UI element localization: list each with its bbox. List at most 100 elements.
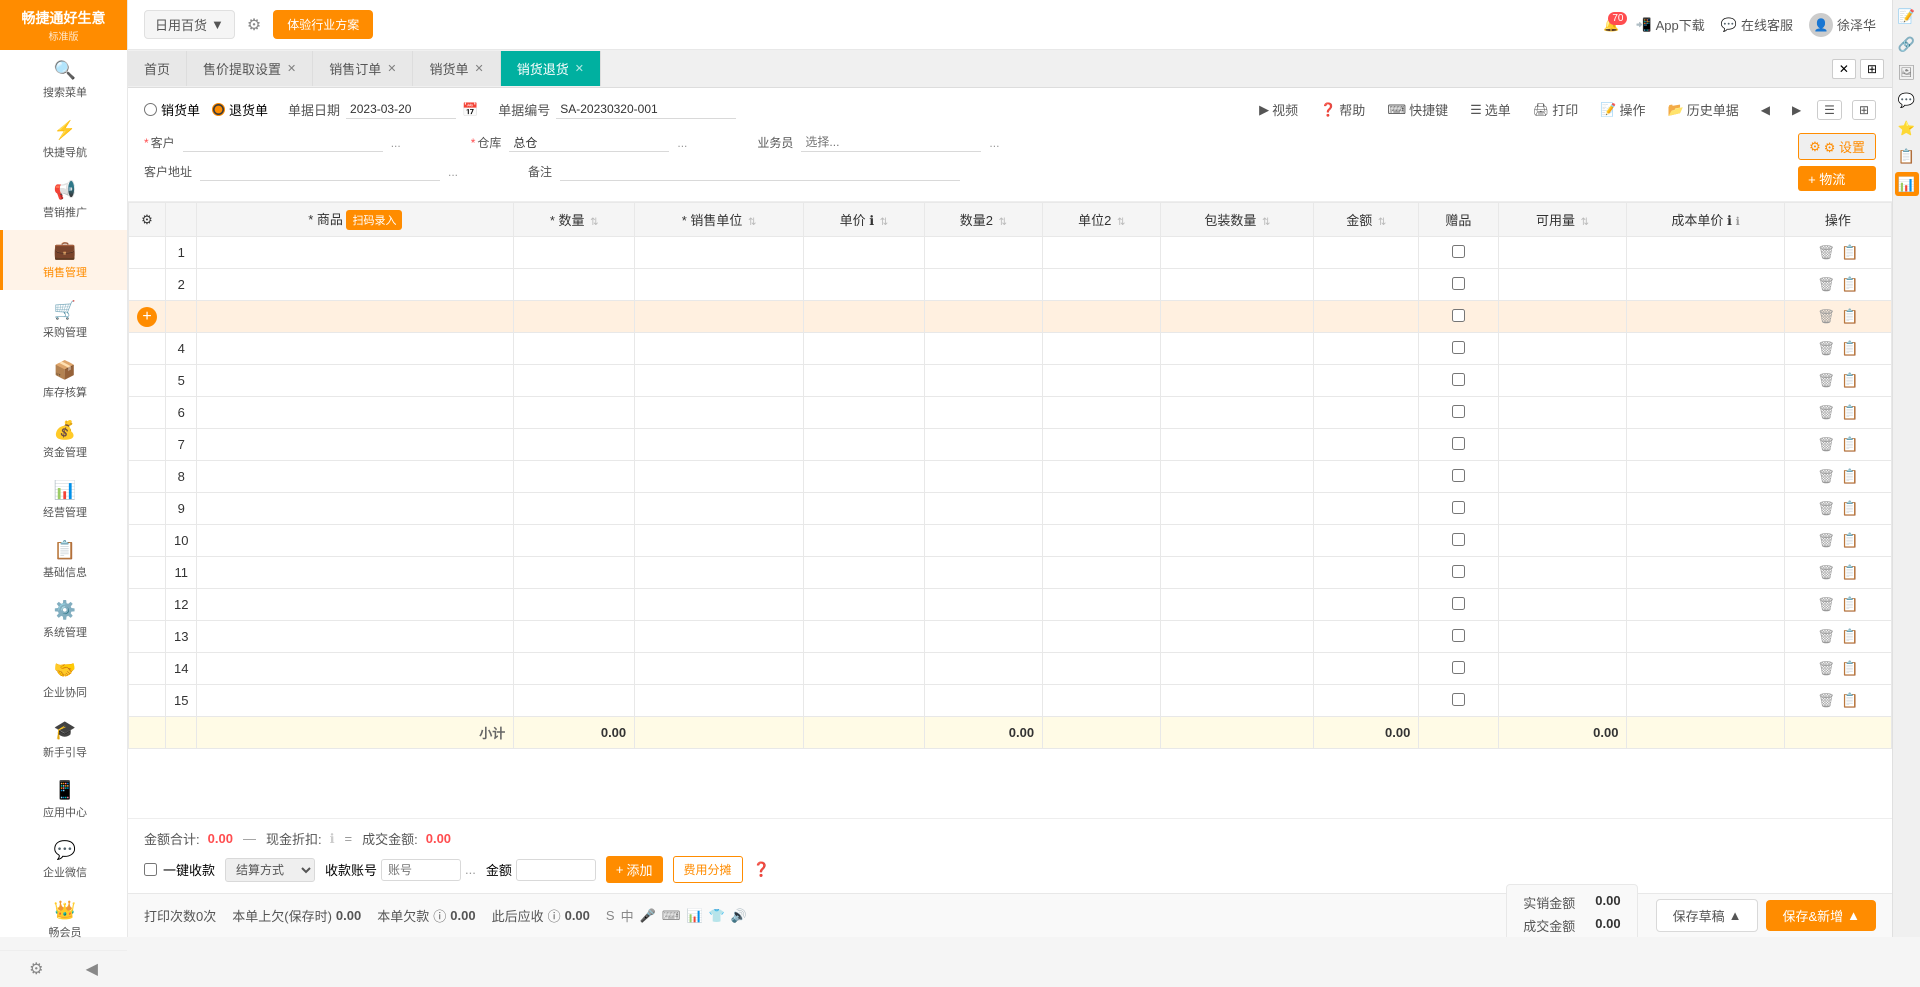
product-cell-active[interactable] bbox=[197, 301, 514, 333]
product-input[interactable] bbox=[205, 246, 505, 260]
copy-icon[interactable]: 📋 bbox=[1841, 404, 1858, 421]
address-input[interactable] bbox=[200, 162, 440, 181]
gift-checkbox[interactable] bbox=[1452, 661, 1465, 674]
delete-icon[interactable]: 🗑 bbox=[1817, 660, 1835, 677]
customer-ellipsis[interactable]: ... bbox=[391, 136, 401, 150]
unit-price-cell[interactable] bbox=[804, 685, 925, 717]
gift-checkbox[interactable] bbox=[1452, 501, 1465, 514]
product-cell[interactable] bbox=[197, 237, 514, 269]
qty2-cell[interactable] bbox=[924, 429, 1042, 461]
tab-sales-return[interactable]: 销货退货 ✕ bbox=[501, 51, 601, 86]
unit-price-cell[interactable] bbox=[804, 557, 925, 589]
help-button[interactable]: ❓ 帮助 bbox=[1314, 98, 1371, 121]
sidebar-item-shortcut[interactable]: ⚡ 快捷导航 bbox=[0, 110, 127, 170]
save-new-button[interactable]: 保存&新增 ▲ bbox=[1766, 900, 1876, 931]
add-row-button[interactable]: + bbox=[137, 307, 157, 327]
qty-cell[interactable] bbox=[514, 525, 635, 557]
qty2-cell[interactable] bbox=[924, 397, 1042, 429]
view-toggle-grid[interactable]: ⊞ bbox=[1852, 100, 1876, 120]
sort-icon[interactable]: ⇅ bbox=[880, 217, 888, 228]
unit-price-cell[interactable] bbox=[804, 461, 925, 493]
delete-icon[interactable]: 🗑 bbox=[1817, 372, 1835, 389]
sales-unit-cell[interactable] bbox=[635, 301, 804, 333]
copy-icon[interactable]: 📋 bbox=[1841, 244, 1858, 261]
unit-price-cell[interactable] bbox=[804, 429, 925, 461]
pkg-qty-cell[interactable] bbox=[1161, 621, 1314, 653]
rs-image[interactable]: 🖼 bbox=[1895, 60, 1919, 84]
unit-price-cell[interactable] bbox=[804, 493, 925, 525]
sort-icon[interactable]: ⇅ bbox=[1262, 217, 1270, 228]
sidebar-item-search[interactable]: 🔍 搜索菜单 bbox=[0, 50, 127, 110]
gift-checkbox[interactable] bbox=[1452, 373, 1465, 386]
unit-price-cell[interactable] bbox=[804, 333, 925, 365]
sales-unit-cell[interactable] bbox=[635, 397, 804, 429]
copy-icon[interactable]: 📋 bbox=[1841, 564, 1858, 581]
amount-cell[interactable] bbox=[1314, 493, 1419, 525]
qty2-cell[interactable] bbox=[924, 237, 1042, 269]
sidebar-item-marketing[interactable]: 📢 营销推广 bbox=[0, 170, 127, 230]
unit2-cell[interactable] bbox=[1043, 589, 1161, 621]
customer-input[interactable] bbox=[183, 133, 383, 152]
gift-cell[interactable] bbox=[1419, 461, 1498, 493]
gift-cell[interactable] bbox=[1419, 333, 1498, 365]
unit-price-cell[interactable] bbox=[804, 301, 925, 333]
calc-method-select[interactable]: 结算方式 bbox=[225, 858, 315, 882]
gift-checkbox[interactable] bbox=[1452, 565, 1465, 578]
sidebar-item-inventory[interactable]: 📦 库存核算 bbox=[0, 350, 127, 410]
payment-checkbox[interactable] bbox=[144, 863, 157, 876]
qty-cell[interactable] bbox=[514, 333, 635, 365]
settings-button[interactable]: ⚙ ⚙ 设置 bbox=[1798, 133, 1876, 160]
pkg-qty-cell[interactable] bbox=[1161, 365, 1314, 397]
nav-next-button[interactable]: ▶ bbox=[1786, 101, 1807, 119]
shortcut-button[interactable]: ⌨ 快捷键 bbox=[1381, 98, 1454, 121]
gift-checkbox[interactable] bbox=[1452, 341, 1465, 354]
unit-price-cell[interactable] bbox=[804, 269, 925, 301]
pkg-qty-cell[interactable] bbox=[1161, 269, 1314, 301]
copy-icon[interactable]: 📋 bbox=[1841, 276, 1858, 293]
product-cell[interactable] bbox=[197, 653, 514, 685]
pkg-qty-cell[interactable] bbox=[1161, 333, 1314, 365]
radio-sales-bill[interactable]: 销货单 bbox=[144, 100, 200, 119]
product-cell[interactable] bbox=[197, 397, 514, 429]
unit2-cell[interactable] bbox=[1043, 557, 1161, 589]
copy-icon[interactable]: 📋 bbox=[1841, 500, 1858, 517]
qty-cell[interactable] bbox=[514, 685, 635, 717]
sales-unit-cell[interactable] bbox=[635, 365, 804, 397]
sidebar-item-apps[interactable]: 📱 应用中心 bbox=[0, 770, 127, 830]
unit-price-cell[interactable] bbox=[804, 653, 925, 685]
help-icon[interactable]: ℹ bbox=[330, 831, 335, 847]
scan-button[interactable]: 扫码录入 bbox=[346, 210, 402, 230]
warehouse-input[interactable] bbox=[509, 133, 669, 152]
gift-cell[interactable] bbox=[1419, 685, 1498, 717]
gift-checkbox[interactable] bbox=[1452, 309, 1465, 322]
save-draft-button[interactable]: 保存草稿 ▲ bbox=[1656, 899, 1759, 932]
gift-cell[interactable] bbox=[1419, 493, 1498, 525]
unit2-cell[interactable] bbox=[1043, 461, 1161, 493]
gift-checkbox[interactable] bbox=[1452, 533, 1465, 546]
rs-active[interactable]: 📊 bbox=[1895, 172, 1919, 196]
gift-cell[interactable] bbox=[1419, 269, 1498, 301]
select-button[interactable]: ☰ 选单 bbox=[1464, 98, 1517, 121]
unit-price-cell[interactable] bbox=[804, 621, 925, 653]
delete-icon[interactable]: 🗑 bbox=[1817, 244, 1835, 261]
sort-icon[interactable]: ⇅ bbox=[999, 217, 1007, 228]
copy-icon[interactable]: 📋 bbox=[1841, 532, 1858, 549]
view-toggle-list[interactable]: ☰ bbox=[1817, 100, 1842, 120]
qty-cell[interactable] bbox=[514, 301, 635, 333]
account-ellipsis[interactable]: ... bbox=[465, 862, 476, 877]
tab-close-button[interactable]: ✕ bbox=[1832, 59, 1856, 79]
tab-close-icon[interactable]: ✕ bbox=[575, 62, 584, 75]
amount-cell[interactable] bbox=[1314, 269, 1419, 301]
product-cell[interactable] bbox=[197, 621, 514, 653]
qty2-cell[interactable] bbox=[924, 333, 1042, 365]
qty2-cell[interactable] bbox=[924, 493, 1042, 525]
gift-checkbox[interactable] bbox=[1452, 469, 1465, 482]
product-cell[interactable] bbox=[197, 429, 514, 461]
sidebar-item-wechat[interactable]: 💬 企业微信 bbox=[0, 830, 127, 890]
print-button[interactable]: 🖨 打印 bbox=[1527, 98, 1585, 121]
product-input-active[interactable] bbox=[205, 310, 505, 324]
sales-unit-cell[interactable] bbox=[635, 653, 804, 685]
product-cell[interactable] bbox=[197, 525, 514, 557]
delete-icon[interactable]: 🗑 bbox=[1817, 628, 1835, 645]
warehouse-ellipsis[interactable]: ... bbox=[677, 136, 687, 150]
